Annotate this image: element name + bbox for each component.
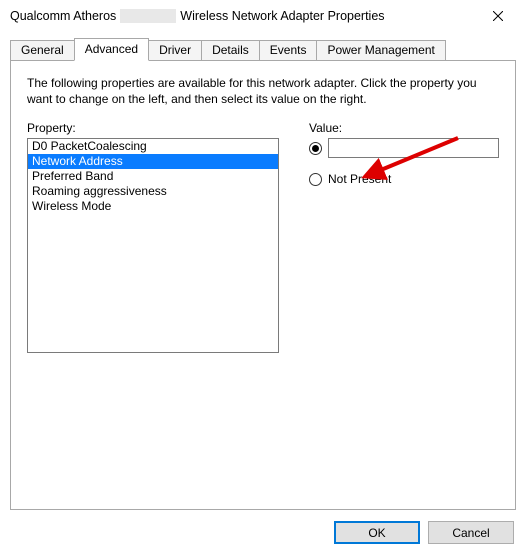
close-icon xyxy=(493,11,503,21)
value-input[interactable] xyxy=(328,138,499,158)
dialog-buttons: OK Cancel xyxy=(334,521,514,544)
property-label: Property: xyxy=(27,121,279,135)
list-item[interactable]: Preferred Band xyxy=(28,169,278,184)
ok-button[interactable]: OK xyxy=(334,521,420,544)
title-redacted xyxy=(120,9,176,23)
cancel-button[interactable]: Cancel xyxy=(428,521,514,544)
window-title: Qualcomm Atheros Wireless Network Adapte… xyxy=(10,9,478,23)
tabstrip: General Advanced Driver Details Events P… xyxy=(10,38,516,60)
close-button[interactable] xyxy=(478,2,518,30)
property-listbox[interactable]: D0 PacketCoalescing Network Address Pref… xyxy=(27,138,279,353)
tab-events[interactable]: Events xyxy=(259,40,318,60)
value-label: Value: xyxy=(309,121,499,135)
list-item[interactable]: Wireless Mode xyxy=(28,199,278,214)
tab-details[interactable]: Details xyxy=(201,40,260,60)
title-prefix: Qualcomm Atheros xyxy=(10,9,116,23)
not-present-radio[interactable] xyxy=(309,173,322,186)
list-item[interactable]: Roaming aggressiveness xyxy=(28,184,278,199)
value-radio[interactable] xyxy=(309,142,322,155)
title-suffix: Wireless Network Adapter Properties xyxy=(180,9,384,23)
tab-general[interactable]: General xyxy=(10,40,75,60)
tab-driver[interactable]: Driver xyxy=(148,40,202,60)
tab-advanced[interactable]: Advanced xyxy=(74,38,149,61)
list-item[interactable]: Network Address xyxy=(28,154,278,169)
not-present-label: Not Present xyxy=(328,172,391,186)
description-text: The following properties are available f… xyxy=(27,75,499,107)
tab-power-management[interactable]: Power Management xyxy=(316,40,445,60)
list-item[interactable]: D0 PacketCoalescing xyxy=(28,139,278,154)
tab-panel-advanced: The following properties are available f… xyxy=(10,60,516,510)
titlebar: Qualcomm Atheros Wireless Network Adapte… xyxy=(0,0,526,32)
